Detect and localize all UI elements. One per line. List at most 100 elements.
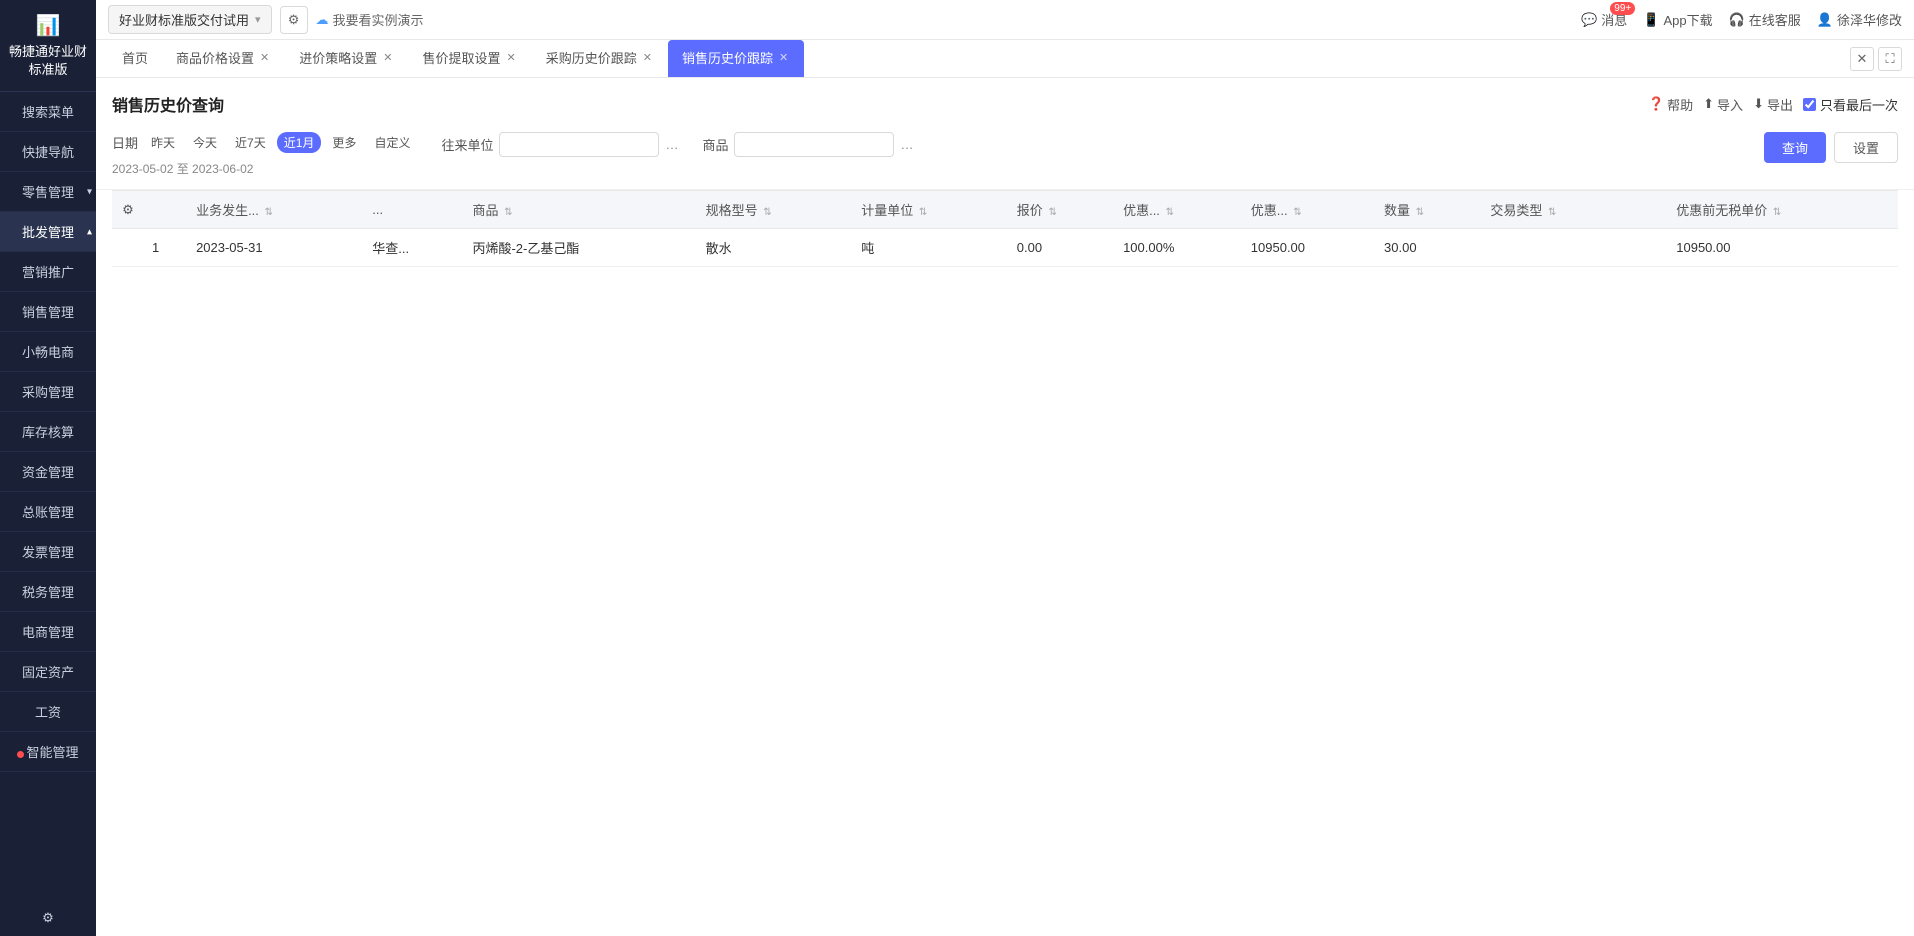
col-header-qty[interactable]: 数量 ⇅ <box>1376 191 1482 229</box>
page-actions: ❓ 帮助 ⬆ 导入 ⬇ 导出 只看最后一次 <box>1648 95 1898 114</box>
table-settings-icon: ⚙ <box>122 202 134 217</box>
tab-sales-history[interactable]: 销售历史价跟踪 ✕ <box>668 40 804 77</box>
source-unit-label: 往来单位 <box>441 135 493 154</box>
source-unit-input[interactable] <box>499 132 659 157</box>
col-header-unit[interactable]: 计量单位 ⇅ <box>853 191 1009 229</box>
help-link[interactable]: ❓ 帮助 <box>1648 95 1693 114</box>
settings-icon: ⚙ <box>288 12 300 28</box>
tab-home[interactable]: 首页 <box>108 40 162 77</box>
settings-button[interactable]: 设置 <box>1834 132 1898 163</box>
row-price: 0.00 <box>1009 229 1115 267</box>
query-button[interactable]: 查询 <box>1764 132 1826 163</box>
sidebar: 📊 畅捷通好业财 标准版 搜索菜单 快捷导航 零售管理 ▾ 批发管理 ▴ 营销推… <box>0 0 96 936</box>
sidebar-item-marketing[interactable]: 营销推广 <box>0 252 96 292</box>
row-unit: 吨 <box>853 229 1009 267</box>
sidebar-item-sales-mgmt[interactable]: 销售管理 <box>0 292 96 332</box>
close-icon: ✕ <box>1857 51 1868 67</box>
date-option-last1month[interactable]: 近1月 <box>277 132 322 153</box>
customer-service-button[interactable]: 🎧 在线客服 <box>1729 10 1801 29</box>
col-header-pre-tax-price[interactable]: 优惠前无税单价 ⇅ <box>1668 191 1898 229</box>
sort-icon-qty: ⇅ <box>1416 207 1424 218</box>
gear-icon: ⚙ <box>42 910 54 925</box>
page-header: 销售历史价查询 ❓ 帮助 ⬆ 导入 ⬇ 导出 只看最后一次 <box>96 78 1914 124</box>
col-header-more[interactable]: ... <box>364 191 464 229</box>
tab-close-purchase-history[interactable]: ✕ <box>641 51 654 64</box>
version-selector[interactable]: 好业财标准版交付试用 ▾ <box>108 5 272 34</box>
sidebar-item-search-menu[interactable]: 搜索菜单 <box>0 92 96 132</box>
date-options: 昨天 今天 近7天 近1月 更多 自定义 <box>144 132 417 153</box>
tab-expand-button[interactable]: ⛶ <box>1878 47 1902 71</box>
tab-purchase-strategy[interactable]: 进价策略设置 ✕ <box>285 40 408 77</box>
date-option-custom[interactable]: 自定义 <box>367 132 417 153</box>
sidebar-item-capital[interactable]: 资金管理 <box>0 452 96 492</box>
tabbar-controls: ✕ ⛶ <box>1850 47 1902 71</box>
row-product: 丙烯酸-2-乙基己酯 <box>464 229 697 267</box>
table-row: 1 2023-05-31 华查... 丙烯酸-2-乙基己酯 散水 吨 0.00 … <box>112 229 1898 267</box>
last-only-checkbox[interactable] <box>1803 98 1816 111</box>
import-link[interactable]: ⬆ 导入 <box>1703 95 1743 114</box>
export-link[interactable]: ⬇ 导出 <box>1753 95 1793 114</box>
sidebar-item-ledger[interactable]: 总账管理 <box>0 492 96 532</box>
col-header-tx-type[interactable]: 交易类型 ⇅ <box>1482 191 1638 229</box>
sidebar-item-payroll[interactable]: 工资 <box>0 692 96 732</box>
table-wrap: ⚙ 业务发生... ⇅ ... 商品 ⇅ <box>96 190 1914 267</box>
sidebar-item-ecommerce-small[interactable]: 小畅电商 <box>0 332 96 372</box>
tab-close-purchase-strategy[interactable]: ✕ <box>381 51 394 64</box>
product-more-icon[interactable]: … <box>900 137 913 152</box>
sidebar-bottom-settings[interactable]: ⚙ <box>0 900 96 936</box>
topbar-settings-button[interactable]: ⚙ <box>280 6 308 34</box>
sidebar-item-inventory[interactable]: 库存核算 <box>0 412 96 452</box>
sidebar-item-fixed-assets[interactable]: 固定资产 <box>0 652 96 692</box>
col-header-spec[interactable]: 规格型号 ⇅ <box>698 191 854 229</box>
sort-icon-unit: ⇅ <box>919 207 927 218</box>
last-only-checkbox-wrap[interactable]: 只看最后一次 <box>1803 95 1898 114</box>
notification-button[interactable]: 💬 消息 99+ <box>1581 10 1627 29</box>
row-spec: 散水 <box>698 229 854 267</box>
tab-close-sales-history[interactable]: ✕ <box>777 51 790 64</box>
sort-icon-discount2: ⇅ <box>1293 207 1301 218</box>
sidebar-item-purchase-mgmt[interactable]: 采购管理 <box>0 372 96 412</box>
date-range-text: 2023-05-02 至 2023-06-02 <box>112 160 417 177</box>
topbar-right: 💬 消息 99+ 📱 App下载 🎧 在线客服 👤 徐泽华修改 <box>1581 10 1902 29</box>
date-option-today[interactable]: 今天 <box>186 132 224 153</box>
date-option-yesterday[interactable]: 昨天 <box>144 132 182 153</box>
tab-close-button[interactable]: ✕ <box>1850 47 1874 71</box>
app-download-button[interactable]: 📱 App下载 <box>1643 10 1712 29</box>
col-header-product[interactable]: 商品 ⇅ <box>464 191 697 229</box>
user-button[interactable]: 👤 徐泽华修改 <box>1817 10 1902 29</box>
row-tx-type <box>1482 229 1638 267</box>
import-icon: ⬆ <box>1703 96 1714 112</box>
sidebar-item-invoice[interactable]: 发票管理 <box>0 532 96 572</box>
message-icon: 💬 <box>1581 12 1597 28</box>
sidebar-item-retail-mgmt[interactable]: 零售管理 ▾ <box>0 172 96 212</box>
source-unit-more-icon[interactable]: … <box>665 137 678 152</box>
sidebar-item-quick-nav[interactable]: 快捷导航 <box>0 132 96 172</box>
sidebar-item-wholesale-mgmt[interactable]: 批发管理 ▴ <box>0 212 96 252</box>
tab-close-price-settings[interactable]: ✕ <box>258 51 271 64</box>
table-header-row: ⚙ 业务发生... ⇅ ... 商品 ⇅ <box>112 191 1898 229</box>
sort-icon-pre-tax-price: ⇅ <box>1773 207 1781 218</box>
date-option-last7[interactable]: 近7天 <box>228 132 273 153</box>
tab-price-extract[interactable]: 售价提取设置 ✕ <box>408 40 531 77</box>
demo-icon: ☁ <box>316 12 329 28</box>
headset-icon: 🎧 <box>1729 12 1745 28</box>
chevron-down-icon: ▾ <box>255 13 261 26</box>
sidebar-item-smart-mgmt[interactable]: 智能管理 <box>0 732 96 772</box>
product-input[interactable] <box>734 132 894 157</box>
tab-close-price-extract[interactable]: ✕ <box>505 51 518 64</box>
tab-price-settings[interactable]: 商品价格设置 ✕ <box>162 40 285 77</box>
row-index: 1 <box>144 229 188 267</box>
tab-purchase-history[interactable]: 采购历史价跟踪 ✕ <box>532 40 668 77</box>
col-header-settings[interactable]: ⚙ <box>112 191 144 229</box>
col-header-price[interactable]: 报价 ⇅ <box>1009 191 1115 229</box>
col-header-discount1[interactable]: 优惠... ⇅ <box>1115 191 1243 229</box>
sidebar-item-ecommerce[interactable]: 电商管理 <box>0 612 96 652</box>
date-option-more[interactable]: 更多 <box>325 132 363 153</box>
user-avatar-icon: 👤 <box>1817 12 1833 28</box>
col-header-discount2[interactable]: 优惠... ⇅ <box>1243 191 1376 229</box>
demo-link[interactable]: ☁ 我要看实例演示 <box>316 10 424 29</box>
sidebar-item-tax[interactable]: 税务管理 <box>0 572 96 612</box>
col-header-index <box>144 191 188 229</box>
row-discount1: 100.00% <box>1115 229 1243 267</box>
col-header-biz-date[interactable]: 业务发生... ⇅ <box>188 191 364 229</box>
